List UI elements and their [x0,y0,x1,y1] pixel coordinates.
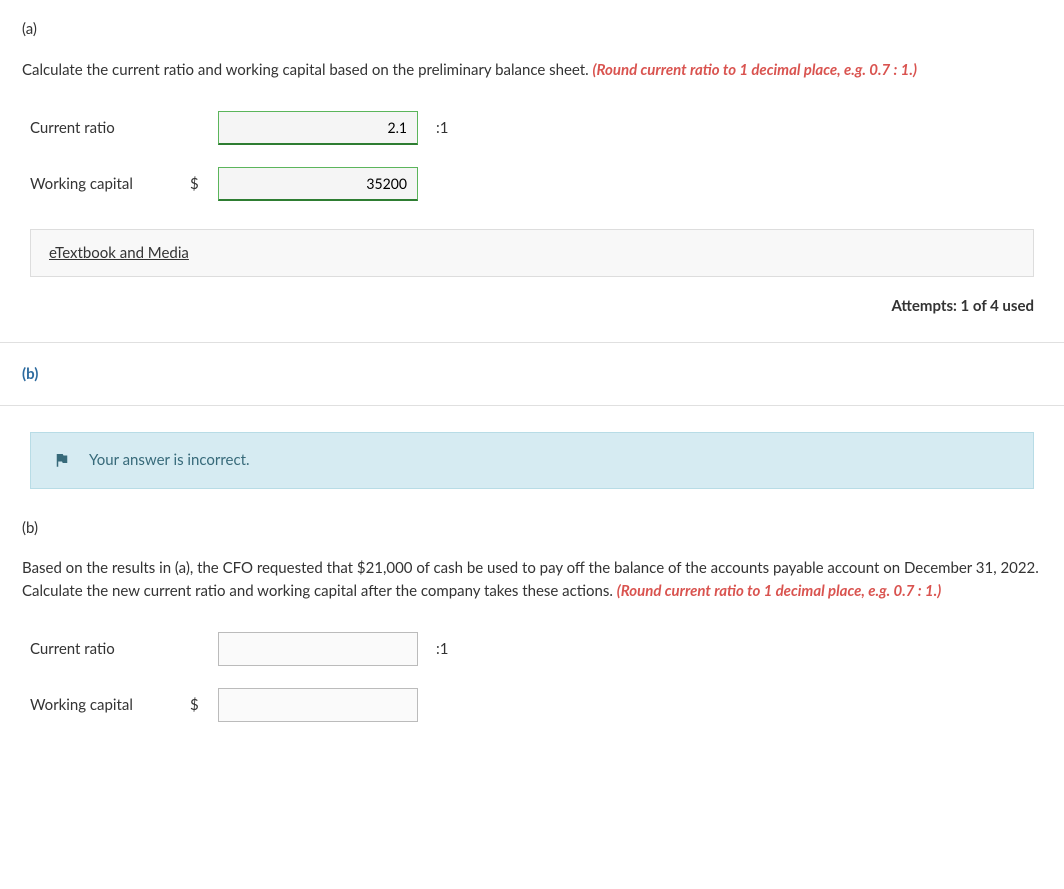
etextbook-media-button[interactable]: eTextbook and Media [30,229,1034,277]
working-capital-label-a: Working capital [30,173,190,196]
feedback-box: Your answer is incorrect. [30,432,1034,489]
part-a-label: (a) [22,18,1042,41]
part-b-label: (b) [22,517,1042,540]
currency-sign-b: $ [190,694,218,717]
part-b-header: (b) [0,363,1064,386]
attempts-text: Attempts: 1 of 4 used [22,285,1042,342]
working-capital-label-b: Working capital [30,694,190,717]
current-ratio-row-a: Current ratio :1 [22,111,1042,145]
part-a-instruction-hint: (Round current ratio to 1 decimal place,… [593,61,917,79]
currency-sign-a: $ [190,173,218,196]
current-ratio-input-a[interactable] [218,111,418,145]
current-ratio-suffix-b: :1 [436,638,448,661]
current-ratio-input-b[interactable] [218,632,418,666]
part-a-section: (a) Calculate the current ratio and work… [22,18,1042,342]
part-b-header-band: (b) [0,342,1064,407]
current-ratio-row-b: Current ratio :1 [22,632,1042,666]
feedback-text: Your answer is incorrect. [89,449,250,472]
working-capital-input-a[interactable] [218,167,418,201]
current-ratio-label-a: Current ratio [30,117,190,140]
current-ratio-suffix-a: :1 [436,117,448,140]
part-b-instruction: Based on the results in (a), the CFO req… [22,557,1042,602]
working-capital-row-a: Working capital $ [22,167,1042,201]
part-a-instruction-text: Calculate the current ratio and working … [22,61,593,79]
working-capital-input-b[interactable] [218,688,418,722]
part-b-instruction-hint: (Round current ratio to 1 decimal place,… [617,582,941,600]
part-b-section: (b) Based on the results in (a), the CFO… [22,517,1042,723]
working-capital-row-b: Working capital $ [22,688,1042,722]
current-ratio-label-b: Current ratio [30,638,190,661]
part-a-instruction: Calculate the current ratio and working … [22,59,1042,82]
flag-icon [53,451,71,469]
